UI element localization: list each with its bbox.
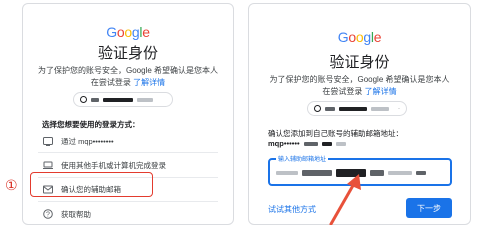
subtitle-line-2: 在尝试登录 了解详情 [23,77,233,89]
account-chip[interactable]: · [307,101,407,116]
subtitle-prefix: 在尝试登录 [322,87,363,96]
subtitle-line-1: 为了保护您的账号安全，Google 希望确认是您本人 [37,66,219,75]
redacted-email [335,141,346,146]
google-logo: Google [106,24,150,40]
redacted-value [276,171,298,175]
redacted-value [388,171,412,175]
try-another-way-link[interactable]: 试试其他方式 [268,204,316,215]
divider [38,201,218,202]
subtitle-prefix: 在尝试登录 [90,78,131,87]
learn-more-link[interactable]: 了解详情 [365,87,397,96]
redacted-email [303,141,318,146]
annotation-arrow [329,174,361,225]
option-label: 使用其他手机或计算机完成登录 [61,160,166,170]
page-title: 验证身份 [329,54,390,71]
account-icon [80,96,87,103]
highlight-annotation [30,172,153,197]
option-label: 获取帮助 [61,209,91,219]
redacted-value [416,171,426,175]
step-marker: ① [5,177,18,193]
redacted-email [325,106,335,111]
redacted-email [103,97,133,102]
next-button[interactable]: 下一步 [406,198,452,218]
subtitle-line-2: 在尝试登录 了解详情 [249,86,470,98]
field-label: 输入辅助邮箱地址 [276,154,329,163]
redacted-value [370,170,384,176]
divider [38,152,218,153]
laptop-icon [43,161,53,170]
help-icon: ? [43,209,53,219]
svg-text:?: ? [46,212,50,219]
redacted-email [371,106,389,111]
phone-icon [43,136,53,146]
subtitle-line-1: 为了保护您的账号安全，Google 希望确认是您本人 [269,75,450,84]
option-get-help[interactable]: ? 获取帮助 [23,203,233,224]
choose-method-label: 选择您想要使用的登录方式： [42,120,140,129]
page-title: 验证身份 [97,45,158,62]
option-label: 通过 mqp•••••••• [61,136,114,146]
page-subtitle: 为了保护您的账号安全，Google 希望确认是您本人 在尝试登录 了解详情 [249,74,470,98]
masked-email-text: mqp•••••• [268,139,300,148]
page-subtitle: 为了保护您的账号安全，Google 希望确认是您本人 在尝试登录 了解详情 [23,65,233,89]
learn-more-link[interactable]: 了解详情 [133,78,165,87]
chip-chevron-icon: · [398,105,400,112]
redacted-email [91,97,99,102]
redacted-email [321,141,332,146]
redacted-email [137,97,153,102]
account-icon [314,105,321,112]
redacted-email [339,106,367,111]
google-logo: Google [337,29,382,45]
option-phone[interactable]: 通过 mqp•••••••• [23,130,233,152]
masked-email-hint: mqp•••••• [268,139,346,148]
account-chip[interactable] [73,92,173,107]
confirm-instruction: 确认您添加到自己账号的辅助邮箱地址： [268,129,403,138]
